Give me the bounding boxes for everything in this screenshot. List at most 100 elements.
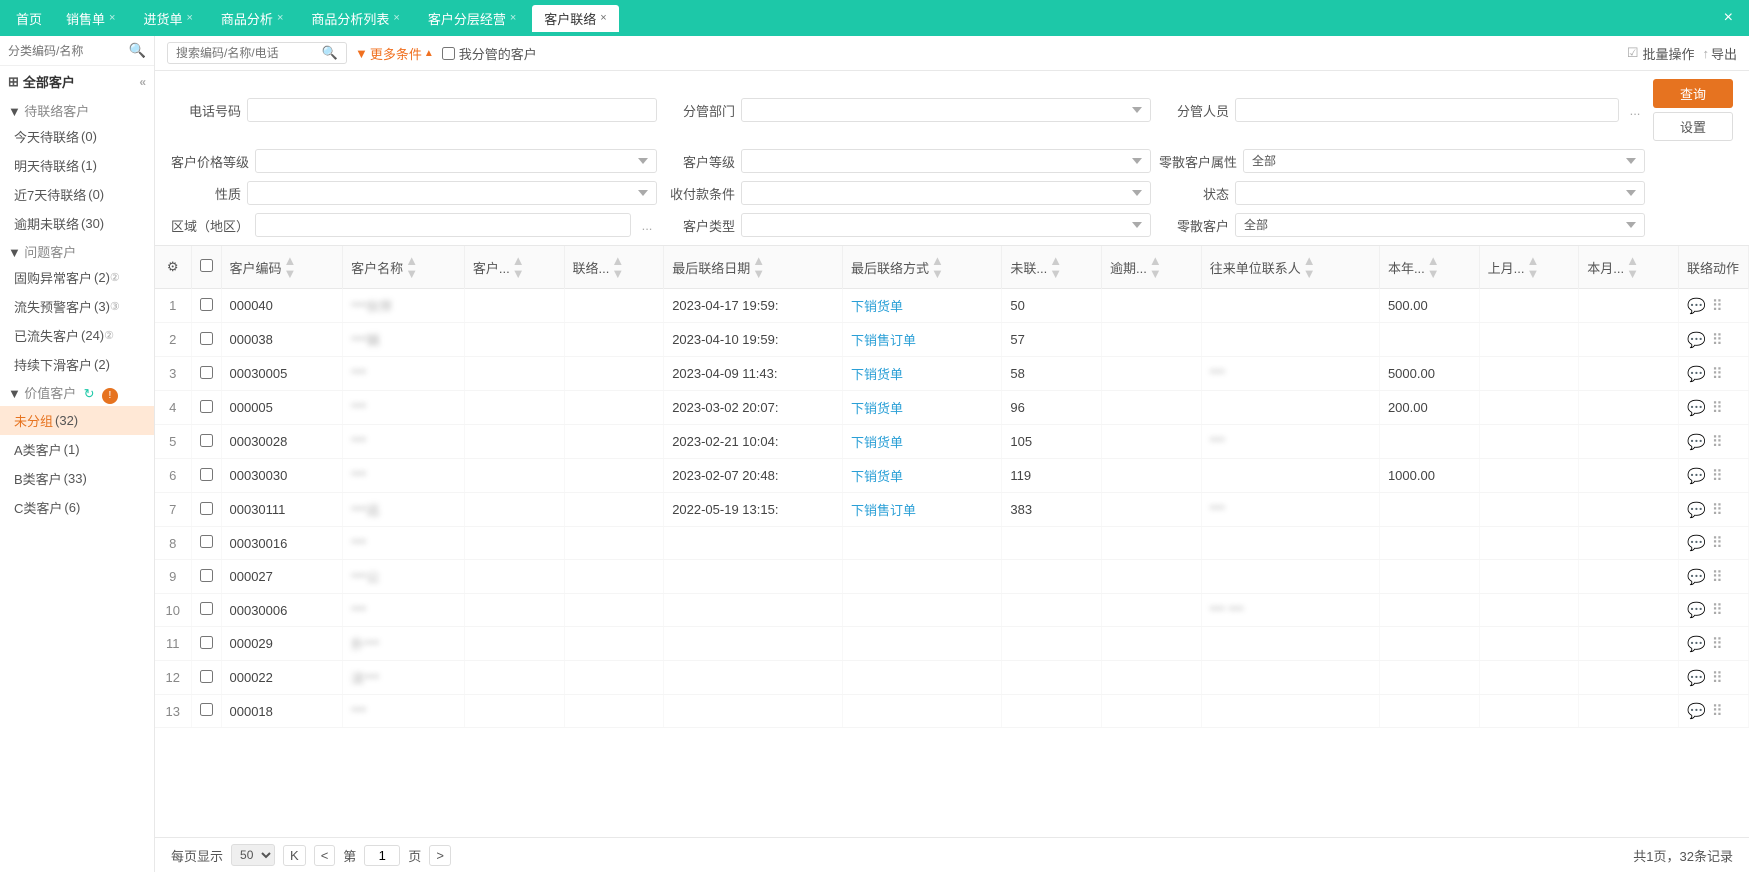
sidebar-item-tomorrow-pending[interactable]: 明天待联络 (1) [0, 151, 154, 180]
row-checkbox-cell[interactable] [191, 560, 221, 594]
close-purchase-tab[interactable]: × [186, 12, 192, 24]
sidebar-item-abnormal[interactable]: 固购异常客户 (2) ② [0, 263, 154, 292]
adv-status-select[interactable] [1235, 181, 1645, 205]
last-method-link[interactable]: 下销售订单 [851, 503, 916, 518]
apps-icon[interactable]: ⠿ [1712, 331, 1723, 349]
chat-icon[interactable]: 💬 [1687, 433, 1706, 451]
adv-region-input[interactable] [255, 213, 631, 237]
apps-icon[interactable]: ⠿ [1712, 467, 1723, 485]
chat-icon[interactable]: 💬 [1687, 635, 1706, 653]
adv-payment-select[interactable] [741, 181, 1151, 205]
chat-icon[interactable]: 💬 [1687, 702, 1706, 720]
export-btn[interactable]: ↑ 导出 [1702, 44, 1737, 63]
sidebar-item-overdue-pending[interactable]: 逾期未联络 (30) [0, 209, 154, 238]
close-all-tabs[interactable]: × [1716, 5, 1741, 31]
tab-product-list[interactable]: 商品分析列表 × [299, 5, 411, 32]
adv-price-level-select[interactable] [255, 149, 657, 173]
row-checkbox[interactable] [200, 400, 213, 413]
chat-icon[interactable]: 💬 [1687, 501, 1706, 519]
more-conditions-btn[interactable]: ▼ 更多条件 ▲ [355, 44, 434, 63]
last-method-link[interactable]: 下销售订单 [851, 333, 916, 348]
tab-sales[interactable]: 销售单 × [54, 5, 127, 32]
sidebar-refresh-icon[interactable]: ↻ [84, 386, 95, 401]
chat-icon[interactable]: 💬 [1687, 601, 1706, 619]
apps-icon[interactable]: ⠿ [1712, 601, 1723, 619]
adv-customer-type-select[interactable] [741, 213, 1151, 237]
close-customer-contact-tab[interactable]: × [600, 12, 606, 24]
row-checkbox-cell[interactable] [191, 661, 221, 695]
sidebar-collapse-btn[interactable]: « [139, 75, 146, 89]
all-customers-header[interactable]: ⊞ 全部客户 « [0, 66, 154, 97]
next-page-btn[interactable]: > [429, 845, 451, 866]
tab-product-analysis[interactable]: 商品分析 × [209, 5, 295, 32]
apps-icon[interactable]: ⠿ [1712, 635, 1723, 653]
search-button[interactable]: 查询 [1653, 79, 1733, 108]
first-page-btn[interactable]: K [283, 845, 306, 866]
prev-page-btn[interactable]: < [314, 845, 336, 866]
adv-nature-select[interactable] [247, 181, 657, 205]
close-customer-layer-tab[interactable]: × [510, 12, 516, 24]
sidebar-item-7day-pending[interactable]: 近7天待联络 (0) [0, 180, 154, 209]
row-checkbox-cell[interactable] [191, 289, 221, 323]
apps-icon[interactable]: ⠿ [1712, 399, 1723, 417]
row-checkbox-cell[interactable] [191, 425, 221, 459]
close-product-tab[interactable]: × [277, 12, 283, 24]
chat-icon[interactable]: 💬 [1687, 534, 1706, 552]
home-tab[interactable]: 首页 [8, 5, 50, 32]
select-all-checkbox[interactable] [200, 259, 213, 272]
row-checkbox[interactable] [200, 703, 213, 716]
row-checkbox[interactable] [200, 502, 213, 515]
adv-sparse-customer-select[interactable]: 全部 [1235, 213, 1645, 237]
row-checkbox-cell[interactable] [191, 493, 221, 527]
close-product-list-tab[interactable]: × [393, 12, 399, 24]
row-checkbox[interactable] [200, 636, 213, 649]
col-gear[interactable]: ⚙ [155, 246, 191, 289]
batch-ops-btn[interactable]: ☑ 批量操作 [1627, 44, 1695, 63]
adv-sparse-attr-select[interactable]: 全部 [1243, 149, 1645, 173]
tab-customer-layer[interactable]: 客户分层经营 × [416, 5, 528, 32]
reset-button[interactable]: 设置 [1653, 112, 1733, 141]
row-checkbox-cell[interactable] [191, 357, 221, 391]
sidebar-item-churn-warning[interactable]: 流失预警客户 (3) ③ [0, 292, 154, 321]
sidebar-item-churned[interactable]: 已流失客户 (24) ② [0, 321, 154, 350]
apps-icon[interactable]: ⠿ [1712, 501, 1723, 519]
filter-search-input[interactable] [176, 46, 318, 60]
apps-icon[interactable]: ⠿ [1712, 568, 1723, 586]
last-method-link[interactable]: 下销货单 [851, 401, 903, 416]
row-checkbox-cell[interactable] [191, 594, 221, 627]
row-checkbox[interactable] [200, 434, 213, 447]
tab-purchase[interactable]: 进货单 × [131, 5, 204, 32]
apps-icon[interactable]: ⠿ [1712, 669, 1723, 687]
last-method-link[interactable]: 下销货单 [851, 299, 903, 314]
my-customers-checkbox-wrap[interactable]: 我分管的客户 [442, 44, 537, 63]
chat-icon[interactable]: 💬 [1687, 331, 1706, 349]
sidebar-search-icon[interactable]: 🔍 [129, 42, 146, 59]
adv-phone-input[interactable] [247, 98, 657, 122]
row-checkbox[interactable] [200, 468, 213, 481]
row-checkbox-cell[interactable] [191, 459, 221, 493]
adv-staff-input[interactable] [1235, 98, 1619, 122]
chat-icon[interactable]: 💬 [1687, 365, 1706, 383]
row-checkbox[interactable] [200, 332, 213, 345]
my-customers-checkbox[interactable] [442, 47, 455, 60]
apps-icon[interactable]: ⠿ [1712, 433, 1723, 451]
chat-icon[interactable]: 💬 [1687, 467, 1706, 485]
last-method-link[interactable]: 下销货单 [851, 367, 903, 382]
adv-region-dots[interactable]: ... [637, 218, 657, 233]
apps-icon[interactable]: ⠿ [1712, 365, 1723, 383]
row-checkbox-cell[interactable] [191, 391, 221, 425]
row-checkbox-cell[interactable] [191, 323, 221, 357]
sidebar-item-class-c[interactable]: C类客户 (6) [0, 493, 154, 522]
chat-icon[interactable]: 💬 [1687, 669, 1706, 687]
row-checkbox[interactable] [200, 569, 213, 582]
row-checkbox[interactable] [200, 602, 213, 615]
row-checkbox-cell[interactable] [191, 695, 221, 728]
last-method-link[interactable]: 下销货单 [851, 469, 903, 484]
row-checkbox-cell[interactable] [191, 627, 221, 661]
row-checkbox[interactable] [200, 366, 213, 379]
sidebar-item-today-pending[interactable]: 今天待联络 (0) [0, 122, 154, 151]
col-checkbox[interactable] [191, 246, 221, 289]
row-checkbox[interactable] [200, 298, 213, 311]
sidebar-search-input[interactable] [8, 44, 125, 58]
row-checkbox[interactable] [200, 670, 213, 683]
